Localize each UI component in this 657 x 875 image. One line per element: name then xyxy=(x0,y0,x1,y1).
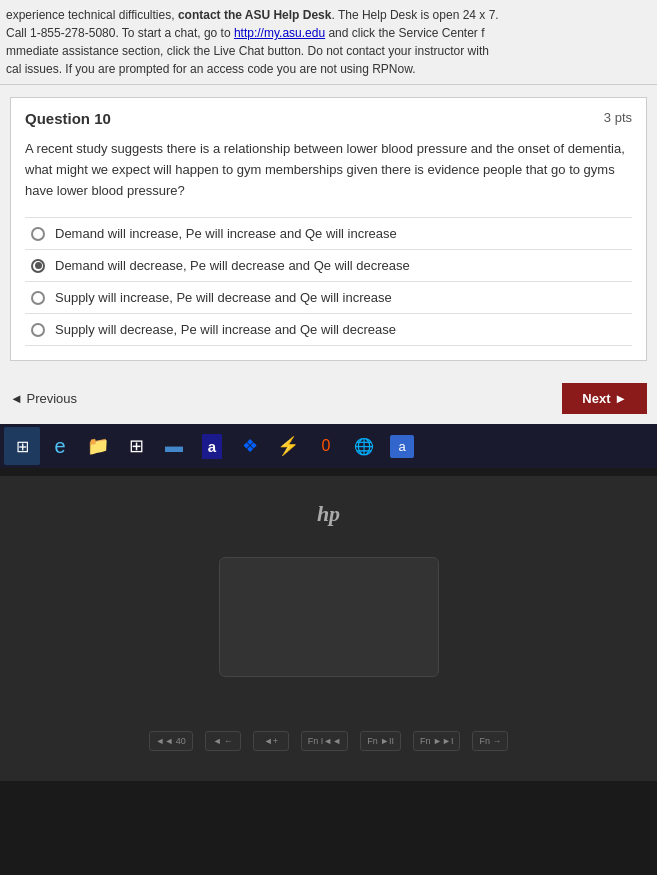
key-next-track[interactable]: Fn ►►I xyxy=(413,731,460,751)
answer-choices: Demand will increase, Pe will increase a… xyxy=(25,217,632,346)
taskbar-start-icon[interactable]: ⊞ xyxy=(4,427,40,465)
laptop-body: hp ◄◄ 40 ◄ ← ◄+ Fn I◄◄ Fn ►II Fn ►►I Fn … xyxy=(0,476,657,781)
info-text-6: cal issues. If you are prompted for an a… xyxy=(6,62,416,76)
window-icon: ▬ xyxy=(165,436,183,457)
folder-icon: 📁 xyxy=(87,435,109,457)
answer-label-a: Demand will increase, Pe will increase a… xyxy=(55,226,397,241)
zero-icon: 0 xyxy=(322,437,331,455)
taskbar-edge-icon[interactable]: e xyxy=(42,427,78,465)
key-forward-label: Fn → xyxy=(479,736,501,746)
info-text-1: experience technical difficulties, xyxy=(6,8,178,22)
next-button[interactable]: Next ► xyxy=(562,383,647,414)
answer-label-c: Supply will increase, Pe will decrease a… xyxy=(55,290,392,305)
key-back[interactable]: ◄ ← xyxy=(205,731,241,751)
a-text-icon: a xyxy=(202,434,222,459)
answer-choice-a[interactable]: Demand will increase, Pe will increase a… xyxy=(25,217,632,249)
taskbar-lightning-icon[interactable]: ⚡ xyxy=(270,427,306,465)
info-text-2: . The Help Desk is open 24 x 7. xyxy=(331,8,498,22)
taskbar-network-icon[interactable]: 🌐 xyxy=(346,427,382,465)
question-text: A recent study suggests there is a relat… xyxy=(25,139,632,201)
dropbox-icon: ❖ xyxy=(242,435,258,457)
radio-b-inner xyxy=(35,262,42,269)
answer-label-d: Supply will decrease, Pe will increase a… xyxy=(55,322,396,337)
radio-c[interactable] xyxy=(31,291,45,305)
key-forward[interactable]: Fn → xyxy=(472,731,508,751)
key-play-label: Fn ►II xyxy=(367,736,394,746)
nav-bar: ◄ Previous Next ► xyxy=(0,373,657,424)
trackpad[interactable] xyxy=(219,557,439,677)
taskbar-zero-icon[interactable]: 0 xyxy=(308,427,344,465)
taskbar-folder-icon[interactable]: 📁 xyxy=(80,427,116,465)
help-desk-link[interactable]: contact the ASU Help Desk xyxy=(178,8,332,22)
windows-icon: ⊞ xyxy=(16,437,29,456)
lightning-icon: ⚡ xyxy=(277,435,299,457)
key-vol-down[interactable]: ◄◄ 40 xyxy=(149,731,193,751)
question-points: 3 pts xyxy=(604,110,632,125)
store-icon: ⊞ xyxy=(129,435,144,457)
previous-button[interactable]: ◄ Previous xyxy=(10,391,77,406)
key-next-track-label: Fn ►►I xyxy=(420,736,453,746)
key-back-label: ◄ ← xyxy=(213,736,233,746)
key-prev-track[interactable]: Fn I◄◄ xyxy=(301,731,348,751)
key-vol-down-label: ◄◄ 40 xyxy=(156,736,186,746)
answer-label-b: Demand will decrease, Pe will decrease a… xyxy=(55,258,410,273)
notification-badge: a xyxy=(390,435,413,458)
taskbar-dropbox-icon[interactable]: ❖ xyxy=(232,427,268,465)
laptop-bezel xyxy=(0,468,657,476)
question-header: Question 10 3 pts xyxy=(25,110,632,127)
key-play[interactable]: Fn ►II xyxy=(360,731,401,751)
taskbar-a-icon[interactable]: a xyxy=(194,427,230,465)
keyboard-area: ◄◄ 40 ◄ ← ◄+ Fn I◄◄ Fn ►II Fn ►►I Fn → xyxy=(0,731,657,751)
radio-d[interactable] xyxy=(31,323,45,337)
edge-icon: e xyxy=(54,435,65,458)
key-prev-track-label: Fn I◄◄ xyxy=(308,736,341,746)
taskbar-notification-icon[interactable]: a xyxy=(384,427,420,465)
radio-a[interactable] xyxy=(31,227,45,241)
info-text-5: mmediate assistance section, click the L… xyxy=(6,44,489,58)
question-title: Question 10 xyxy=(25,110,111,127)
key-vol-up-label: ◄+ xyxy=(264,736,278,746)
answer-choice-c[interactable]: Supply will increase, Pe will decrease a… xyxy=(25,281,632,313)
hp-logo: hp xyxy=(317,501,340,527)
taskbar-store-icon[interactable]: ⊞ xyxy=(118,427,154,465)
answer-choice-b[interactable]: Demand will decrease, Pe will decrease a… xyxy=(25,249,632,281)
network-icon: 🌐 xyxy=(354,437,374,456)
taskbar: ⊞ e 📁 ⊞ ▬ a ❖ ⚡ 0 xyxy=(0,424,657,468)
answer-choice-d[interactable]: Supply will decrease, Pe will increase a… xyxy=(25,313,632,346)
info-text-4: and click the Service Center f xyxy=(325,26,484,40)
question-container: Question 10 3 pts A recent study suggest… xyxy=(10,97,647,361)
info-bar: experience technical difficulties, conta… xyxy=(0,0,657,85)
info-text-3: Call 1-855-278-5080. To start a chat, go… xyxy=(6,26,234,40)
asu-url[interactable]: http://my.asu.edu xyxy=(234,26,325,40)
radio-b[interactable] xyxy=(31,259,45,273)
taskbar-window-icon[interactable]: ▬ xyxy=(156,427,192,465)
key-vol-up[interactable]: ◄+ xyxy=(253,731,289,751)
